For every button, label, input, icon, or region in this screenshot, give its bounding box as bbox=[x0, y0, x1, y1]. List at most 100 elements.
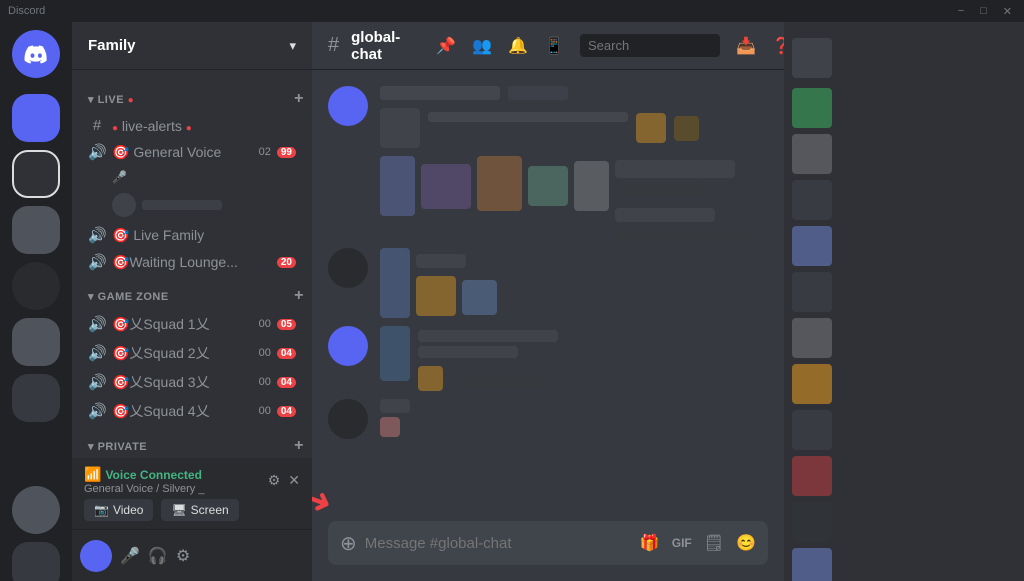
gift-icon[interactable]: 🎁 bbox=[640, 533, 660, 553]
server-icon-5[interactable] bbox=[12, 318, 60, 366]
voice-settings-icon[interactable]: ⚙ bbox=[268, 472, 281, 489]
user-settings-icon[interactable]: ⚙ bbox=[176, 546, 190, 566]
main-content: # global-chat Global Chat is also known … bbox=[312, 22, 784, 581]
mic-icon[interactable]: 🎤 bbox=[120, 546, 140, 566]
speaker-icon-2: 🔊 bbox=[88, 226, 106, 244]
member-block-8 bbox=[792, 364, 832, 404]
channel-list: ▾ LIVE ● + # ● live-alerts ● 🔊 🎯 General… bbox=[72, 70, 312, 458]
channel-member-row-1[interactable] bbox=[80, 189, 304, 221]
window-controls: − □ ✕ bbox=[954, 5, 1016, 18]
discord-home-button[interactable] bbox=[12, 30, 60, 78]
msg-img-4a bbox=[380, 326, 410, 381]
speaker-icon-3: 🔊 bbox=[88, 253, 106, 271]
video-button[interactable]: 📷 Video bbox=[84, 499, 153, 521]
voice-status: 📶 Voice Connected General Voice / Silver… bbox=[84, 466, 300, 495]
message-input[interactable] bbox=[365, 535, 632, 552]
voice-connected-label: 📶 Voice Connected bbox=[84, 466, 204, 483]
channel-badge-99: 99 bbox=[277, 147, 296, 158]
count-squad3-1: 00 bbox=[259, 376, 271, 388]
msg-img-3a bbox=[380, 248, 410, 318]
help-icon[interactable]: ❓ bbox=[772, 36, 784, 56]
count-squad4-1: 00 bbox=[259, 405, 271, 417]
user-avatar bbox=[80, 540, 112, 572]
badge-squad2: 04 bbox=[277, 348, 296, 359]
channel-name-squad2: 🎯乂Squad 2乂 bbox=[112, 343, 253, 363]
add-content-button[interactable]: ⊕ bbox=[340, 531, 357, 556]
members-icon[interactable]: 👥 bbox=[472, 36, 492, 56]
maximize-button[interactable]: □ bbox=[976, 5, 991, 18]
channel-live-family[interactable]: 🔊 🎯 Live Family bbox=[80, 222, 304, 248]
sticker-icon[interactable]: 🗒 bbox=[704, 533, 724, 553]
category-private-add[interactable]: + bbox=[294, 437, 304, 455]
voice-actions: 📷 Video 🖥 Screen bbox=[84, 499, 300, 521]
app-title: Discord bbox=[8, 5, 45, 17]
msg-content-4 bbox=[380, 326, 768, 391]
member-block-3 bbox=[792, 134, 832, 174]
msg-timestamp-blur-1 bbox=[508, 86, 568, 100]
category-gamezone-add[interactable]: + bbox=[294, 287, 304, 305]
screen-button[interactable]: 🖥 Screen bbox=[161, 499, 238, 521]
voice-disconnect-icon[interactable]: ✕ bbox=[288, 472, 300, 489]
minimize-button[interactable]: − bbox=[954, 5, 968, 18]
channel-squad1[interactable]: 🔊 🎯乂Squad 1乂 00 05 bbox=[80, 310, 304, 338]
headphones-icon[interactable]: 🎧 bbox=[148, 546, 168, 566]
category-gamezone[interactable]: ▾ GAME ZONE + bbox=[72, 283, 312, 309]
member-block-7 bbox=[792, 318, 832, 358]
channel-name-live-alerts: ● live-alerts ● bbox=[112, 118, 296, 134]
category-live[interactable]: ▾ LIVE ● + bbox=[72, 86, 312, 112]
channel-name-squad1: 🎯乂Squad 1乂 bbox=[112, 314, 253, 334]
channel-name-squad4: 🎯乂Squad 4乂 bbox=[112, 401, 253, 421]
speaker-icon-7: 🔊 bbox=[88, 402, 106, 420]
server-icon-6[interactable] bbox=[12, 374, 60, 422]
msg-img-5a bbox=[380, 417, 400, 437]
member-block-11 bbox=[792, 502, 832, 542]
channel-squad3[interactable]: 🔊 🎯乂Squad 3乂 00 04 bbox=[80, 368, 304, 396]
msg-img-2c bbox=[477, 156, 522, 211]
server-icon-8[interactable] bbox=[12, 486, 60, 534]
user-icon-controls: 🎤 🎧 ⚙ bbox=[120, 546, 190, 566]
server-icon-1[interactable] bbox=[12, 94, 60, 142]
channel-squad4[interactable]: 🔊 🎯乂Squad 4乂 00 04 bbox=[80, 397, 304, 425]
msg-avatar-4 bbox=[328, 326, 368, 366]
server-icon-9[interactable] bbox=[12, 542, 60, 581]
gif-icon[interactable]: GIF bbox=[672, 536, 692, 550]
badge-squad3: 04 bbox=[277, 377, 296, 388]
channel-waiting-lounge[interactable]: 🔊 🎯Waiting Lounge... 20 bbox=[80, 249, 304, 275]
server-icon-7[interactable] bbox=[12, 430, 60, 478]
notification-icon[interactable]: 🔔 bbox=[508, 36, 528, 56]
msg-img-1c bbox=[674, 116, 699, 141]
message-input-tools: 🎁 GIF 🗒 😊 bbox=[640, 533, 756, 553]
msg-img-2a bbox=[380, 156, 415, 216]
msg-content-5 bbox=[380, 399, 768, 437]
messages-area[interactable] bbox=[312, 70, 784, 521]
category-live-label: ▾ LIVE ● bbox=[88, 93, 134, 106]
server-icon-4[interactable] bbox=[12, 262, 60, 310]
msg-text-3a bbox=[416, 254, 466, 268]
msg-text-4a bbox=[418, 330, 558, 342]
msg-avatar-2 bbox=[328, 156, 368, 196]
server-icon-2[interactable] bbox=[12, 150, 60, 198]
channel-header: # global-chat Global Chat is also known … bbox=[312, 22, 784, 70]
message-input-box: ⊕ 🎁 GIF 🗒 😊 bbox=[328, 521, 768, 565]
category-live-add[interactable]: + bbox=[294, 90, 304, 108]
channel-general-voice[interactable]: 🔊 🎯 General Voice 02 99 bbox=[80, 139, 304, 165]
speaker-icon-4: 🔊 bbox=[88, 315, 106, 333]
pin-icon[interactable]: 📌 bbox=[436, 36, 456, 56]
channel-squad2[interactable]: 🔊 🎯乂Squad 2乂 00 04 bbox=[80, 339, 304, 367]
header-search-input[interactable] bbox=[580, 34, 720, 57]
inbox-icon[interactable]: 📥 bbox=[736, 36, 756, 56]
server-header[interactable]: Family ▾ bbox=[72, 22, 312, 70]
speaker-icon: 🔊 bbox=[88, 143, 106, 161]
close-button[interactable]: ✕ bbox=[999, 5, 1016, 18]
member-block-12 bbox=[792, 548, 832, 581]
emoji-icon[interactable]: 😊 bbox=[736, 533, 756, 553]
msg-username-blur-1 bbox=[380, 86, 500, 100]
category-private[interactable]: ▾ PRIVATE + bbox=[72, 433, 312, 458]
channel-live-alerts[interactable]: # ● live-alerts ● bbox=[80, 113, 304, 138]
msg-avatar-3 bbox=[328, 248, 368, 288]
mic-settings-icon: 🎤 bbox=[112, 170, 127, 184]
msg-img-2e bbox=[574, 161, 609, 211]
app-body: Family ▾ ▾ LIVE ● + # ● live-alerts ● 🔊 … bbox=[0, 22, 1024, 581]
stream-icon[interactable]: 📱 bbox=[544, 36, 564, 56]
server-icon-3[interactable] bbox=[12, 206, 60, 254]
